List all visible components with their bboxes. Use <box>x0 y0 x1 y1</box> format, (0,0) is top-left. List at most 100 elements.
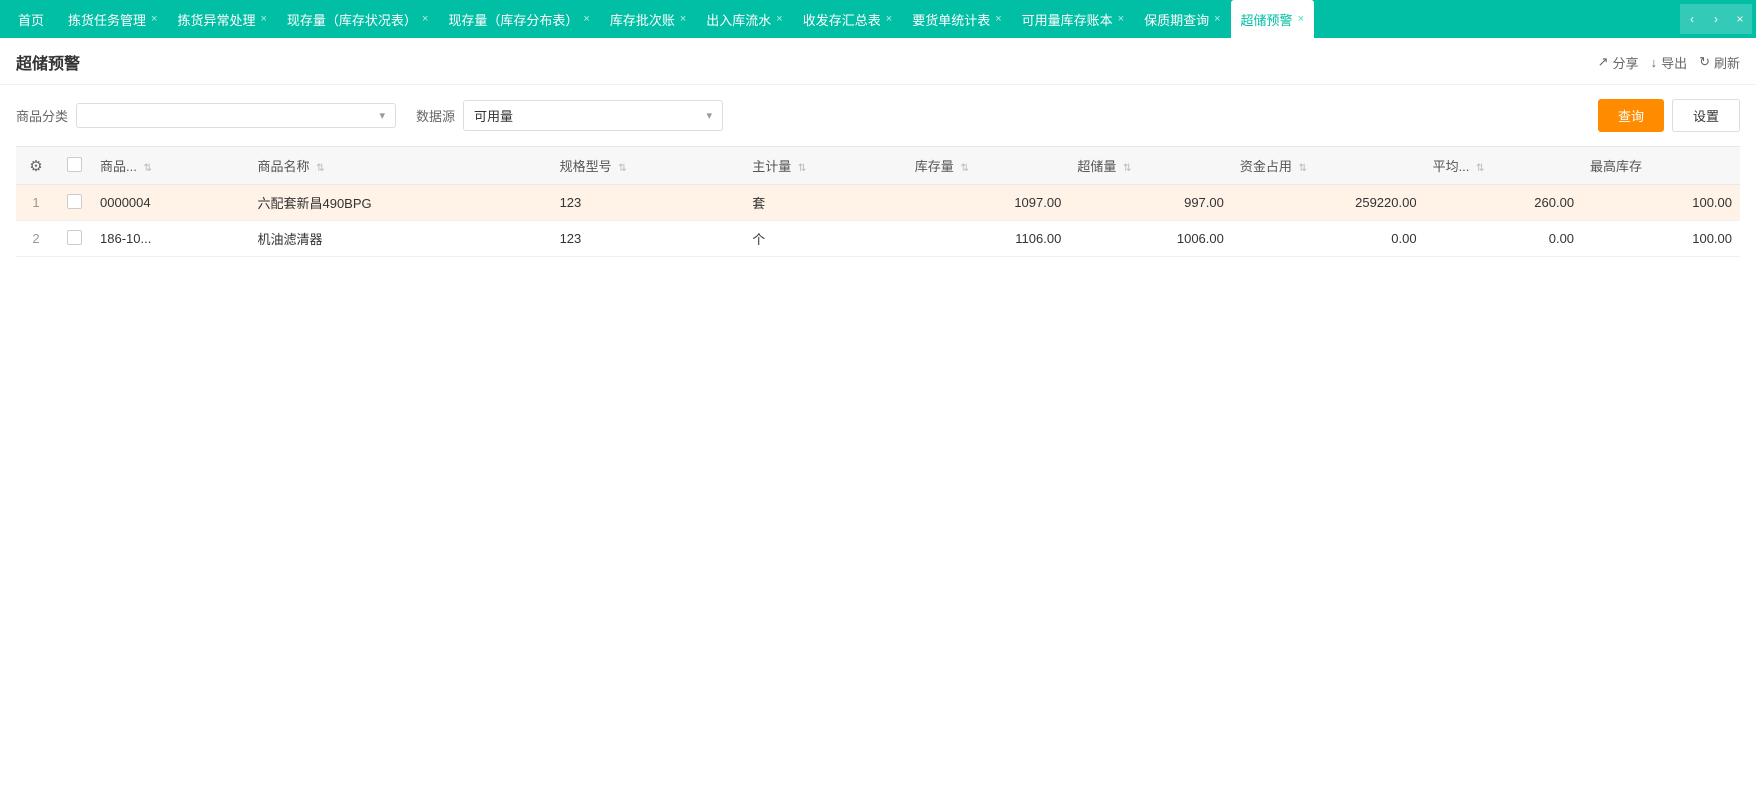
settings-button[interactable]: 设置 <box>1672 99 1740 132</box>
col-spec-header[interactable]: 规格型号 ⇅ <box>552 147 745 185</box>
nav-tab-10[interactable]: 超储预警 × <box>1231 0 1314 38</box>
datasource-value: 可用量 <box>474 106 513 125</box>
tab-label: 库存批次账 <box>610 10 675 29</box>
cell-unit-1: 个 <box>744 221 907 257</box>
cell-check-0 <box>56 185 92 221</box>
col-avg-header[interactable]: 平均... ⇅ <box>1425 147 1582 185</box>
row-checkbox-1[interactable] <box>67 230 82 245</box>
tab-label: 现存量（库存状况表） <box>287 10 417 29</box>
tab-close-icon[interactable]: × <box>260 13 266 25</box>
filter-category: 商品分类 ▾ <box>16 103 396 128</box>
datasource-select[interactable]: 可用量 ▾ <box>463 100 723 131</box>
sort-stock-icon: ⇅ <box>960 163 968 174</box>
cell-product-name-1: 机油滤清器 <box>249 221 551 257</box>
table-header-row: ⚙ 商品... ⇅ 商品名称 ⇅ 规格型号 ⇅ <box>16 147 1740 185</box>
sort-over-stock-icon: ⇅ <box>1123 163 1131 174</box>
sort-product-code-icon: ⇅ <box>143 163 151 174</box>
top-navigation: 首页 拣货任务管理×拣货异常处理×现存量（库存状况表）×现存量（库存分布表）×库… <box>0 0 1756 38</box>
query-button[interactable]: 查询 <box>1598 99 1664 132</box>
nav-next-button[interactable]: › <box>1704 4 1728 34</box>
col-capital-use-header[interactable]: 资金占用 ⇅ <box>1232 147 1425 185</box>
col-check-header <box>56 147 92 185</box>
datasource-label: 数据源 <box>416 106 455 125</box>
tab-close-icon[interactable]: × <box>1298 13 1304 25</box>
category-select[interactable]: ▾ <box>76 103 396 128</box>
nav-tab-3[interactable]: 现存量（库存分布表） × <box>438 0 599 38</box>
tab-label: 保质期查询 <box>1144 10 1209 29</box>
col-max-stock-header[interactable]: 最高库存 <box>1582 147 1740 185</box>
nav-tab-6[interactable]: 收发存汇总表× <box>793 0 902 38</box>
cell-spec-0: 123 <box>552 185 745 221</box>
tab-label: 拣货异常处理 <box>177 10 255 29</box>
filter-datasource: 数据源 可用量 ▾ <box>416 100 723 131</box>
tab-label: 出入库流水 <box>706 10 771 29</box>
cell-avg-0: 260.00 <box>1425 185 1582 221</box>
cell-stock-0: 1097.00 <box>907 185 1070 221</box>
cell-capital-use-1: 0.00 <box>1232 221 1425 257</box>
tab-close-icon[interactable]: × <box>776 13 782 25</box>
tab-close-icon[interactable]: × <box>151 13 157 25</box>
refresh-button[interactable]: ↻ 刷新 <box>1699 53 1740 72</box>
tab-label: 可用量库存账本 <box>1022 10 1113 29</box>
category-label: 商品分类 <box>16 106 68 125</box>
category-chevron-icon: ▾ <box>379 109 385 122</box>
cell-capital-use-0: 259220.00 <box>1232 185 1425 221</box>
nav-tab-2[interactable]: 现存量（库存状况表） × <box>277 0 438 38</box>
tab-close-icon[interactable]: × <box>1118 13 1124 25</box>
cell-product-code-0: 0000004 <box>92 185 249 221</box>
tab-close-icon[interactable]: × <box>583 13 589 25</box>
export-button[interactable]: ↓ 导出 <box>1651 53 1688 72</box>
cell-spec-1: 123 <box>552 221 745 257</box>
cell-check-1 <box>56 221 92 257</box>
nav-tab-4[interactable]: 库存批次账 × <box>600 0 696 38</box>
nav-tab-1[interactable]: 拣货异常处理 × <box>167 0 276 38</box>
tab-close-icon[interactable]: × <box>995 13 1001 25</box>
tab-label: 拣货任务管理 <box>68 10 146 29</box>
nav-close-button[interactable]: × <box>1728 4 1752 34</box>
tab-close-icon[interactable]: × <box>680 13 686 25</box>
main-content: 超储预警 ↗ 分享 ↓ 导出 ↻ 刷新 商品分类 ▾ 数据源 <box>0 38 1756 800</box>
cell-product-name-0: 六配套新昌490BPG <box>249 185 551 221</box>
sort-capital-icon: ⇅ <box>1299 163 1307 174</box>
share-icon: ↗ <box>1598 54 1609 70</box>
sort-spec-icon: ⇅ <box>618 163 626 174</box>
col-stock-header[interactable]: 库存量 ⇅ <box>907 147 1070 185</box>
nav-tab-5[interactable]: 出入库流水 × <box>696 0 792 38</box>
cell-over-stock-1: 1006.00 <box>1069 221 1232 257</box>
col-unit-header[interactable]: 主计量 ⇅ <box>744 147 907 185</box>
filter-area: 商品分类 ▾ 数据源 可用量 ▾ 查询 设置 <box>0 85 1756 146</box>
nav-tab-0[interactable]: 拣货任务管理 × <box>58 0 167 38</box>
export-icon: ↓ <box>1651 55 1658 70</box>
page-header: 超储预警 ↗ 分享 ↓ 导出 ↻ 刷新 <box>0 38 1756 85</box>
tab-label: 超储预警 <box>1241 10 1293 29</box>
right-actions: 查询 设置 <box>1598 99 1740 132</box>
col-settings-header: ⚙ <box>16 147 56 185</box>
tab-label: 现存量（库存分布表） <box>448 10 578 29</box>
tab-close-icon[interactable]: × <box>422 13 428 25</box>
col-product-code-header[interactable]: 商品... ⇅ <box>92 147 249 185</box>
cell-index-0: 1 <box>16 185 56 221</box>
table-row: 1 0000004 六配套新昌490BPG 123 套 1097.00 997.… <box>16 185 1740 221</box>
sort-product-name-icon: ⇅ <box>316 163 324 174</box>
cell-stock-1: 1106.00 <box>907 221 1070 257</box>
sort-unit-icon: ⇅ <box>798 163 806 174</box>
cell-over-stock-0: 997.00 <box>1069 185 1232 221</box>
nav-home[interactable]: 首页 <box>4 0 58 38</box>
settings-icon[interactable]: ⚙ <box>29 158 42 175</box>
col-product-name-header[interactable]: 商品名称 ⇅ <box>249 147 551 185</box>
tab-close-icon[interactable]: × <box>1214 13 1220 25</box>
share-button[interactable]: ↗ 分享 <box>1598 53 1639 72</box>
table-row: 2 186-10... 机油滤清器 123 个 1106.00 1006.00 … <box>16 221 1740 257</box>
sort-avg-icon: ⇅ <box>1476 163 1484 174</box>
tab-close-icon[interactable]: × <box>886 13 892 25</box>
header-checkbox[interactable] <box>67 157 82 172</box>
nav-tab-9[interactable]: 保质期查询 × <box>1134 0 1230 38</box>
nav-tab-7[interactable]: 要货单统计表× <box>902 0 1011 38</box>
cell-unit-0: 套 <box>744 185 907 221</box>
table-container: ⚙ 商品... ⇅ 商品名称 ⇅ 规格型号 ⇅ <box>0 146 1756 257</box>
nav-tab-8[interactable]: 可用量库存账本 × <box>1012 0 1134 38</box>
nav-prev-button[interactable]: ‹ <box>1680 4 1704 34</box>
col-over-stock-header[interactable]: 超储量 ⇅ <box>1069 147 1232 185</box>
nav-arrows: ‹ › × <box>1680 4 1752 34</box>
row-checkbox-0[interactable] <box>67 194 82 209</box>
